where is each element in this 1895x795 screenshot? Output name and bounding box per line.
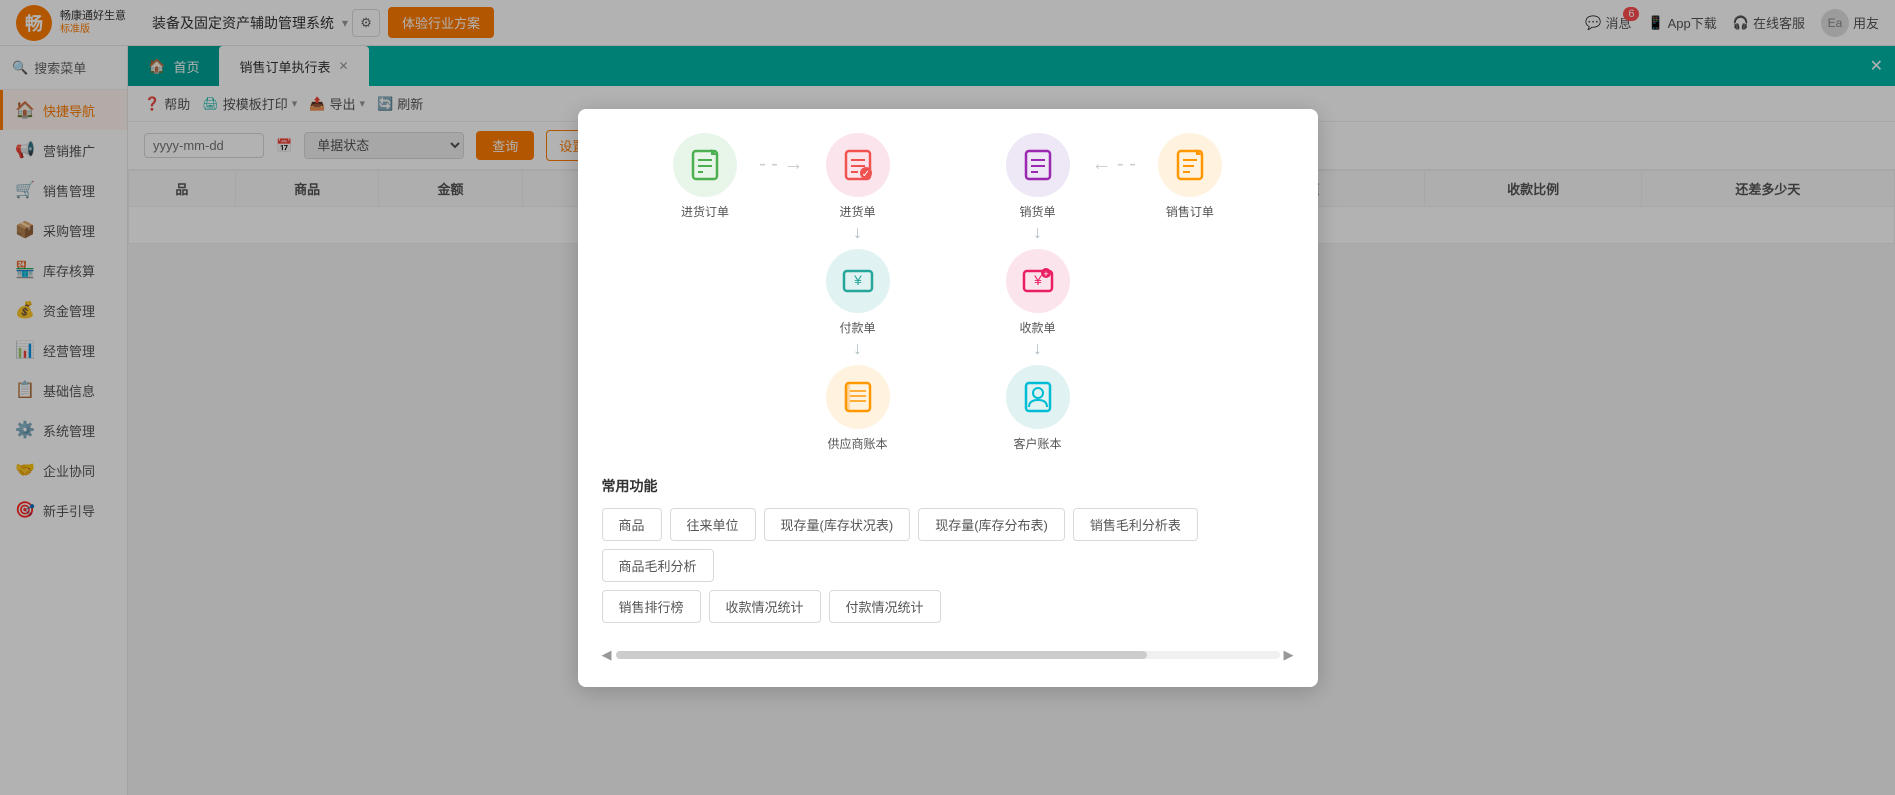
flow-node-payment-slip[interactable]: ¥ 付款单 bbox=[808, 249, 908, 336]
purchase-invoice-label: 进货单 bbox=[839, 203, 875, 220]
flow-node-purchase-invoice[interactable]: ✓ 进货单 bbox=[808, 133, 908, 220]
app-wrapper: 畅 畅康通好生意 标准版 装备及固定资产辅助管理系统 ▾ ⚙ 体验行业方案 💬 … bbox=[0, 0, 1895, 795]
modal-dialog: 进货订单 - - → ✓ 进货单 ↓ bbox=[578, 109, 1318, 687]
arrow-pi-down: ↓ bbox=[853, 222, 862, 243]
flow-col-purchase-invoice: ✓ 进货单 ↓ ¥ 付款单 ↓ bbox=[808, 133, 908, 452]
customer-ledger-icon bbox=[1006, 365, 1070, 429]
flow-col-purchase-order: 进货订单 bbox=[655, 133, 755, 220]
func-btn-product[interactable]: 商品 bbox=[602, 508, 662, 541]
arrow-si-down: ↓ bbox=[1033, 222, 1042, 243]
modal-overlay[interactable]: 进货订单 - - → ✓ 进货单 ↓ bbox=[0, 0, 1895, 795]
common-functions-title: 常用功能 bbox=[602, 476, 1294, 496]
func-btn-receipt-stats[interactable]: 收款情况统计 bbox=[709, 590, 821, 623]
func-btn-sales-profit[interactable]: 销售毛利分析表 bbox=[1073, 508, 1198, 541]
func-btn-product-profit[interactable]: 商品毛利分析 bbox=[602, 549, 714, 582]
sales-invoice-label: 销货单 bbox=[1019, 203, 1055, 220]
flow-node-purchase-order[interactable]: 进货订单 bbox=[655, 133, 755, 220]
svg-text:¥: ¥ bbox=[1033, 272, 1042, 288]
arrow-po-to-pi: - - → bbox=[755, 153, 807, 176]
func-btn-inventory-dist[interactable]: 现存量(库存分布表) bbox=[918, 508, 1065, 541]
modal-scrollbar-area: ◀ ▶ bbox=[602, 647, 1294, 663]
func-btn-partner[interactable]: 往来单位 bbox=[670, 508, 756, 541]
flow-diagram: 进货订单 - - → ✓ 进货单 ↓ bbox=[602, 133, 1294, 452]
customer-ledger-label: 客户账本 bbox=[1013, 435, 1061, 452]
flow-col-sales-invoice: 销货单 ↓ ¥+ 收款单 ↓ bbox=[988, 133, 1088, 452]
supplier-ledger-icon bbox=[826, 365, 890, 429]
flow-node-sales-order[interactable]: 销售订单 bbox=[1140, 133, 1240, 220]
arrow-pay-down: ↓ bbox=[853, 338, 862, 359]
flow-node-receipt-slip[interactable]: ¥+ 收款单 bbox=[988, 249, 1088, 336]
func-btn-inventory-status[interactable]: 现存量(库存状况表) bbox=[764, 508, 911, 541]
receipt-slip-icon: ¥+ bbox=[1006, 249, 1070, 313]
scrollbar-track bbox=[616, 651, 1280, 659]
purchase-invoice-icon: ✓ bbox=[826, 133, 890, 197]
flow-col-sales-order: 销售订单 bbox=[1140, 133, 1240, 220]
scrollbar-thumb[interactable] bbox=[616, 651, 1147, 659]
func-btn-row-1: 商品 往来单位 现存量(库存状况表) 现存量(库存分布表) 销售毛利分析表 商品… bbox=[602, 508, 1294, 582]
payment-slip-label: 付款单 bbox=[839, 319, 875, 336]
svg-text:✓: ✓ bbox=[861, 169, 869, 180]
sales-invoice-icon bbox=[1006, 133, 1070, 197]
func-btn-payment-stats[interactable]: 付款情况统计 bbox=[829, 590, 941, 623]
purchase-order-icon bbox=[673, 133, 737, 197]
arrow-so-to-si: ← - - bbox=[1088, 153, 1140, 176]
scroll-left-icon[interactable]: ◀ bbox=[602, 647, 612, 663]
func-btn-sales-rank[interactable]: 销售排行榜 bbox=[602, 590, 701, 623]
common-functions-section: 常用功能 商品 往来单位 现存量(库存状况表) 现存量(库存分布表) 销售毛利分… bbox=[602, 476, 1294, 623]
sales-order-icon bbox=[1158, 133, 1222, 197]
flow-node-supplier-ledger[interactable]: 供应商账本 bbox=[808, 365, 908, 452]
sales-order-label: 销售订单 bbox=[1166, 203, 1214, 220]
svg-text:+: + bbox=[1043, 269, 1048, 279]
scroll-right-icon[interactable]: ▶ bbox=[1284, 647, 1294, 663]
arrow-rec-down: ↓ bbox=[1033, 338, 1042, 359]
flow-node-sales-invoice[interactable]: 销货单 bbox=[988, 133, 1088, 220]
supplier-ledger-label: 供应商账本 bbox=[827, 435, 887, 452]
purchase-order-label: 进货订单 bbox=[681, 203, 729, 220]
flow-node-customer-ledger[interactable]: 客户账本 bbox=[988, 365, 1088, 452]
receipt-slip-label: 收款单 bbox=[1019, 319, 1055, 336]
func-btn-row-2: 销售排行榜 收款情况统计 付款情况统计 bbox=[602, 590, 1294, 623]
svg-text:¥: ¥ bbox=[853, 272, 862, 288]
payment-slip-icon: ¥ bbox=[826, 249, 890, 313]
